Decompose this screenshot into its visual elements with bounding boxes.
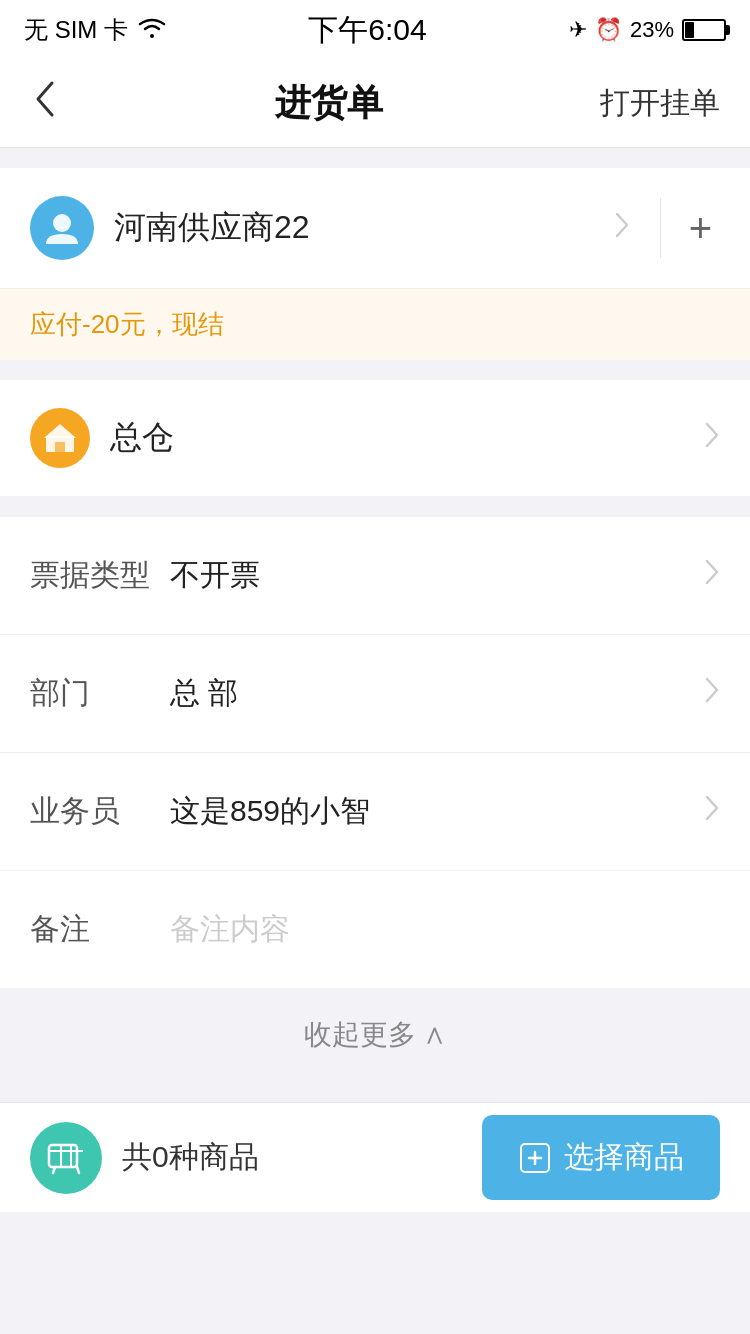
supplier-name: 河南供应商22 [114, 206, 614, 250]
section-gap-2 [0, 360, 750, 380]
salesperson-chevron-icon [704, 794, 720, 829]
remark-label: 备注 [30, 909, 150, 950]
add-supplier-button[interactable]: + [660, 198, 720, 258]
page-background [0, 1212, 750, 1334]
back-button[interactable] [30, 77, 58, 130]
location-icon: ✈ [569, 17, 587, 43]
svg-point-0 [53, 214, 71, 232]
warehouse-chevron-icon [704, 421, 720, 456]
supplier-row[interactable]: 河南供应商22 + [0, 168, 750, 289]
department-value: 总 部 [150, 673, 704, 714]
section-gap-4 [0, 1082, 750, 1102]
alarm-icon: ⏰ [595, 17, 622, 43]
open-pending-button[interactable]: 打开挂单 [600, 83, 720, 124]
carrier-text: 无 SIM 卡 [24, 14, 128, 46]
notice-bar: 应付-20元，现结 [0, 289, 750, 360]
collapse-label: 收起更多 ∧ [304, 1019, 447, 1050]
supplier-chevron-icon [614, 211, 630, 246]
select-product-button[interactable]: 选择商品 [482, 1115, 720, 1200]
salesperson-value: 这是859的小智 [150, 791, 704, 832]
salesperson-label: 业务员 [30, 791, 150, 832]
status-left: 无 SIM 卡 [24, 14, 166, 46]
status-bar: 无 SIM 卡 下午6:04 ✈ ⏰ 23% [0, 0, 750, 60]
status-time: 下午6:04 [308, 10, 426, 51]
svg-rect-4 [49, 1145, 77, 1167]
warehouse-icon [30, 408, 90, 468]
page-title: 进货单 [275, 79, 383, 128]
svg-marker-2 [44, 424, 76, 438]
select-product-label: 选择商品 [564, 1137, 684, 1178]
plus-icon: + [689, 206, 712, 251]
invoice-type-value: 不开票 [150, 555, 704, 596]
nav-bar: 进货单 打开挂单 [0, 60, 750, 148]
salesperson-row[interactable]: 业务员 这是859的小智 [0, 752, 750, 870]
product-count: 共0种商品 [122, 1137, 482, 1178]
section-gap-3 [0, 496, 750, 516]
collapse-toggle[interactable]: 收起更多 ∧ [0, 988, 750, 1082]
invoice-type-label: 票据类型 [30, 555, 150, 596]
notice-text: 应付-20元，现结 [30, 309, 224, 339]
department-label: 部门 [30, 673, 150, 714]
invoice-chevron-icon [704, 558, 720, 593]
battery-text: 23% [630, 17, 674, 43]
department-chevron-icon [704, 676, 720, 711]
warehouse-name: 总仓 [110, 416, 704, 460]
supplier-avatar [30, 196, 94, 260]
svg-rect-3 [55, 442, 65, 452]
remark-placeholder: 备注内容 [150, 909, 720, 950]
form-card: 票据类型 不开票 部门 总 部 业务员 这是859的小智 备注 备注内容 [0, 516, 750, 988]
invoice-type-row[interactable]: 票据类型 不开票 [0, 516, 750, 634]
department-row[interactable]: 部门 总 部 [0, 634, 750, 752]
bottom-bar: 共0种商品 选择商品 [0, 1102, 750, 1212]
battery-icon [682, 19, 726, 41]
supplier-card: 河南供应商22 + 应付-20元，现结 [0, 168, 750, 360]
status-right: ✈ ⏰ 23% [569, 17, 726, 43]
section-gap-1 [0, 148, 750, 168]
warehouse-card: 总仓 [0, 380, 750, 496]
cart-icon [30, 1122, 102, 1194]
wifi-icon [138, 16, 166, 44]
warehouse-row[interactable]: 总仓 [0, 380, 750, 496]
remark-row[interactable]: 备注 备注内容 [0, 870, 750, 988]
